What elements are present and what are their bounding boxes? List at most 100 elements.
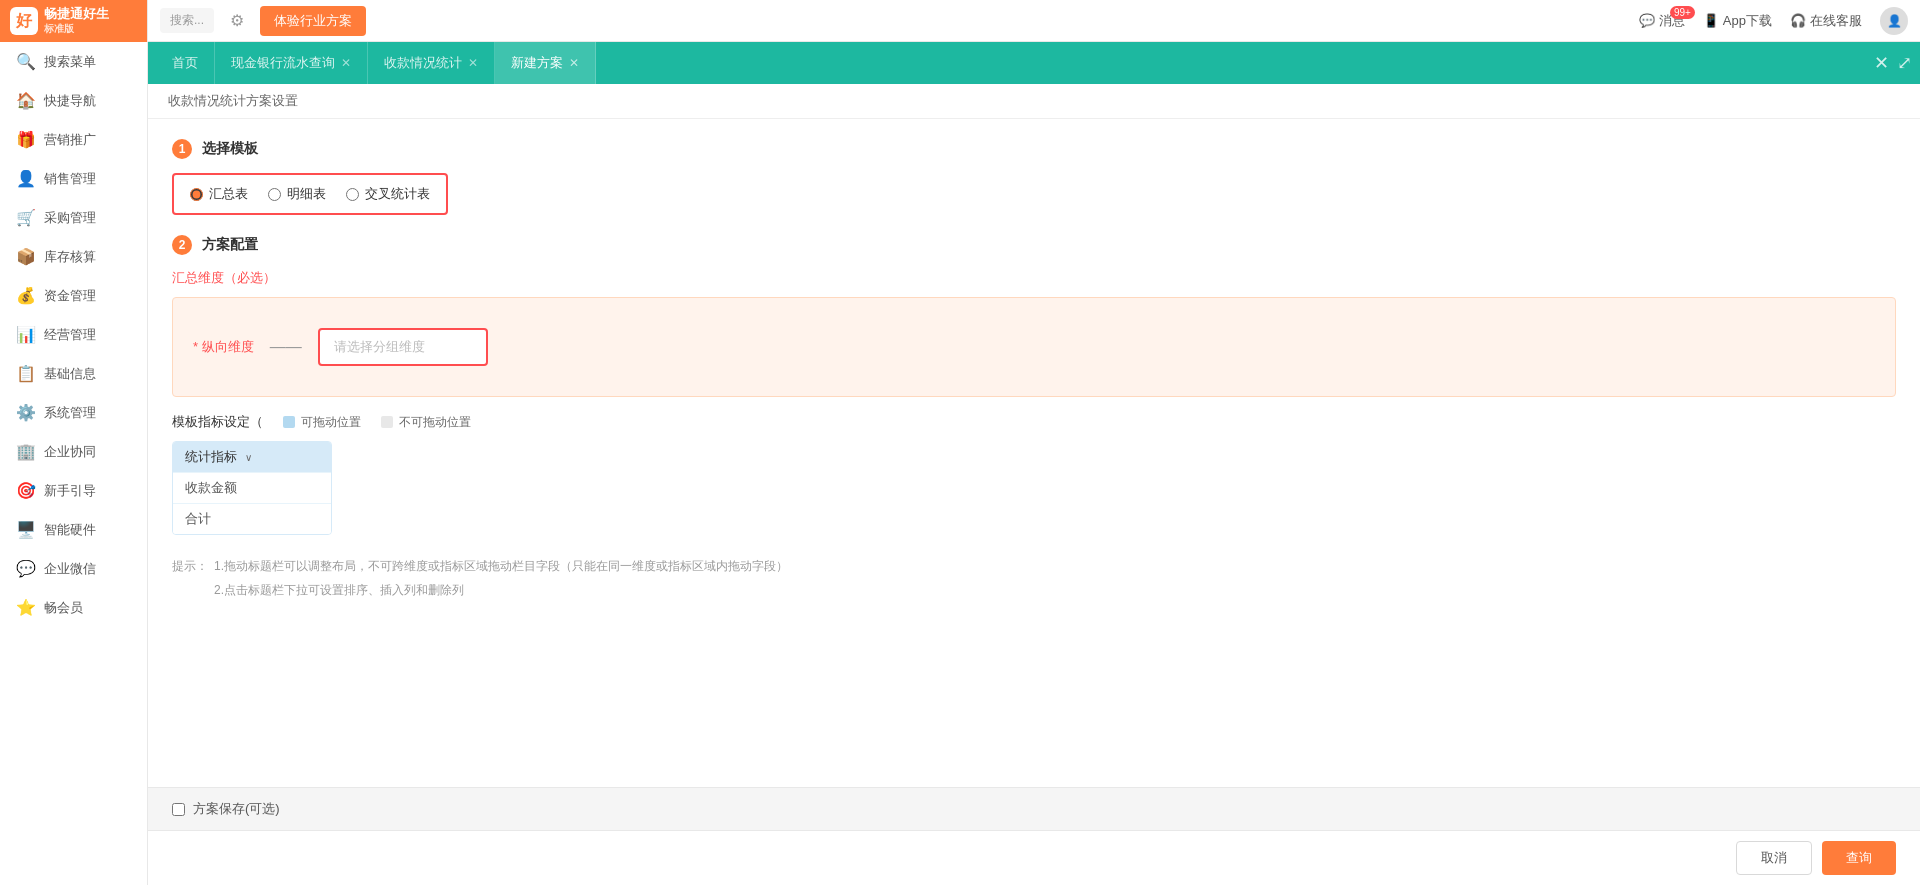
sidebar-item-label: 新手引导 xyxy=(44,482,96,500)
star-icon: ⭐ xyxy=(16,598,36,617)
sidebar-item-label: 营销推广 xyxy=(44,131,96,149)
tab-collection-stats-close[interactable]: ✕ xyxy=(468,56,478,70)
metrics-row-0-label: 收款金额 xyxy=(185,480,237,495)
dimension-select[interactable]: 请选择分组维度 xyxy=(318,328,488,366)
radio-crosstab[interactable]: 交叉统计表 xyxy=(346,185,430,203)
metrics-title: 模板指标设定（ xyxy=(172,413,263,431)
sidebar-item-label: 快捷导航 xyxy=(44,92,96,110)
search-menu-icon: 🔍 xyxy=(16,52,36,71)
sidebar-item-marketing[interactable]: 🎁 营销推广 xyxy=(0,120,147,159)
tab-new-plan[interactable]: 新建方案 ✕ xyxy=(495,42,596,84)
tab-bank-flow-close[interactable]: ✕ xyxy=(341,56,351,70)
radio-crosstab-input[interactable] xyxy=(346,188,359,201)
online-support-item[interactable]: 🎧 在线客服 xyxy=(1790,12,1862,30)
tab-home[interactable]: 首页 xyxy=(156,42,215,84)
radio-summary[interactable]: 汇总表 xyxy=(190,185,248,203)
tips-title: 提示： xyxy=(172,554,208,578)
dimension-area: * 纵向维度 —— 请选择分组维度 xyxy=(172,297,1896,397)
notification-icon: 💬 xyxy=(1639,13,1655,28)
money-icon: 💰 xyxy=(16,286,36,305)
download-icon: 📱 xyxy=(1703,13,1719,28)
sidebar-item-smart-hw[interactable]: 🖥️ 智能硬件 xyxy=(0,510,147,549)
home-icon: 🏠 xyxy=(16,91,36,110)
dimension-placeholder: 请选择分组维度 xyxy=(334,339,425,354)
radio-detail[interactable]: 明细表 xyxy=(268,185,326,203)
notification-item[interactable]: 💬 消息 99+ xyxy=(1639,12,1685,30)
sidebar-item-label: 智能硬件 xyxy=(44,521,96,539)
metrics-row-1-label: 合计 xyxy=(185,511,211,526)
sidebar-item-capital[interactable]: 💰 资金管理 xyxy=(0,276,147,315)
logo-icon: 好 xyxy=(10,7,38,35)
search-bar[interactable]: 搜索... xyxy=(160,8,214,33)
settings-icon[interactable]: ⚙ xyxy=(230,11,244,30)
sidebar: 好 畅捷通好生 标准版 🔍 搜索菜单 🏠 快捷导航 🎁 营销推广 👤 销售管理 … xyxy=(0,0,148,885)
save-section: 方案保存(可选) xyxy=(148,787,1920,830)
sidebar-item-operations[interactable]: 📊 经营管理 xyxy=(0,315,147,354)
logo-text: 畅捷通好生 xyxy=(44,6,109,22)
tab-new-plan-close[interactable]: ✕ xyxy=(569,56,579,70)
tips-item-0: 1.拖动标题栏可以调整布局，不可跨维度或指标区域拖动栏目字段（只能在同一维度或指… xyxy=(214,554,788,578)
user-item[interactable]: 👤 xyxy=(1880,7,1908,35)
footer-bar: 取消 查询 xyxy=(148,830,1920,885)
sidebar-item-label: 基础信息 xyxy=(44,365,96,383)
search-placeholder: 搜索... xyxy=(170,12,204,29)
tips-section: 提示：1.拖动标题栏可以调整布局，不可跨维度或指标区域拖动栏目字段（只能在同一维… xyxy=(172,554,1896,602)
dimension-arrow: —— xyxy=(270,338,302,356)
sidebar-item-label: 销售管理 xyxy=(44,170,96,188)
sidebar-item-purchase[interactable]: 🛒 采购管理 xyxy=(0,198,147,237)
tab-bar: 首页 现金银行流水查询 ✕ 收款情况统计 ✕ 新建方案 ✕ ✕ ⤢ xyxy=(148,42,1920,84)
sidebar-item-system[interactable]: ⚙️ 系统管理 xyxy=(0,393,147,432)
building-icon: 🏢 xyxy=(16,442,36,461)
close-window-icon[interactable]: ✕ xyxy=(1874,52,1889,74)
clipboard-icon: 📋 xyxy=(16,364,36,383)
logo-sub: 标准版 xyxy=(44,22,109,36)
metrics-dropdown-arrow[interactable]: ∨ xyxy=(245,452,252,463)
sidebar-item-label: 系统管理 xyxy=(44,404,96,422)
monitor-icon: 🖥️ xyxy=(16,520,36,539)
sidebar-item-newbie[interactable]: 🎯 新手引导 xyxy=(0,471,147,510)
sidebar-item-inventory[interactable]: 📦 库存核算 xyxy=(0,237,147,276)
metrics-header: 模板指标设定（ 可拖动位置 不可拖动位置 xyxy=(172,413,1896,431)
tips-item-1: 2.点击标题栏下拉可设置排序、插入列和删除列 xyxy=(214,578,464,602)
radio-detail-label[interactable]: 明细表 xyxy=(287,185,326,203)
step1-header: 1 选择模板 xyxy=(172,139,1896,159)
sidebar-item-wechat[interactable]: 💬 企业微信 xyxy=(0,549,147,588)
gift-icon: 🎁 xyxy=(16,130,36,149)
query-button[interactable]: 查询 xyxy=(1822,841,1896,875)
radio-summary-input[interactable] xyxy=(190,188,203,201)
sidebar-item-label: 搜索菜单 xyxy=(44,53,96,71)
header-right: 💬 消息 99+ 📱 App下载 🎧 在线客服 👤 xyxy=(1639,7,1908,35)
app-download-item[interactable]: 📱 App下载 xyxy=(1703,12,1772,30)
tab-bank-flow[interactable]: 现金银行流水查询 ✕ xyxy=(215,42,368,84)
vertical-dimension-label: * 纵向维度 xyxy=(193,338,254,356)
cancel-button[interactable]: 取消 xyxy=(1736,841,1812,875)
trial-btn[interactable]: 体验行业方案 xyxy=(260,6,366,36)
save-label[interactable]: 方案保存(可选) xyxy=(193,800,280,818)
sidebar-item-quick-nav[interactable]: 🏠 快捷导航 xyxy=(0,81,147,120)
top-header: 搜索... ⚙ 体验行业方案 💬 消息 99+ 📱 App下载 🎧 在线客服 👤 xyxy=(148,0,1920,42)
sidebar-item-label: 采购管理 xyxy=(44,209,96,227)
sidebar-item-label: 经营管理 xyxy=(44,326,96,344)
sidebar-item-search-menu[interactable]: 🔍 搜索菜单 xyxy=(0,42,147,81)
tab-collection-stats[interactable]: 收款情况统计 ✕ xyxy=(368,42,495,84)
metrics-table-header-label: 统计指标 xyxy=(185,448,237,466)
sidebar-item-sales[interactable]: 👤 销售管理 xyxy=(0,159,147,198)
legend-undraggable: 不可拖动位置 xyxy=(381,414,471,431)
radio-crosstab-label[interactable]: 交叉统计表 xyxy=(365,185,430,203)
gear-icon: ⚙️ xyxy=(16,403,36,422)
sidebar-item-member[interactable]: ⭐ 畅会员 xyxy=(0,588,147,627)
metrics-table-header: 统计指标 ∨ xyxy=(173,442,331,472)
radio-summary-label[interactable]: 汇总表 xyxy=(209,185,248,203)
expand-window-icon[interactable]: ⤢ xyxy=(1897,52,1912,74)
radio-detail-input[interactable] xyxy=(268,188,281,201)
sidebar-item-label: 库存核算 xyxy=(44,248,96,266)
step1-title: 选择模板 xyxy=(202,140,258,158)
breadcrumb: 收款情况统计方案设置 xyxy=(148,84,1920,119)
sidebar-item-basic-info[interactable]: 📋 基础信息 xyxy=(0,354,147,393)
sidebar-item-enterprise[interactable]: 🏢 企业协同 xyxy=(0,432,147,471)
chat-icon: 💬 xyxy=(16,559,36,578)
tab-new-plan-label: 新建方案 xyxy=(511,54,563,72)
tab-collection-stats-label: 收款情况统计 xyxy=(384,54,462,72)
save-checkbox[interactable] xyxy=(172,803,185,816)
cart-icon: 🛒 xyxy=(16,208,36,227)
